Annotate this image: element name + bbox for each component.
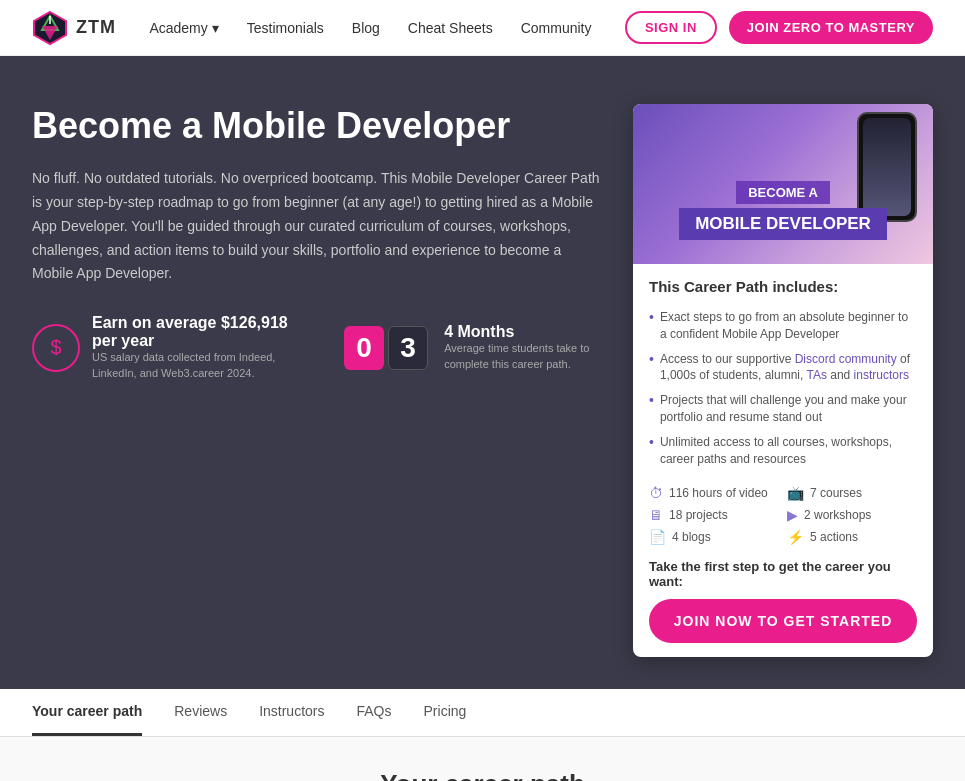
hero-left: Become a Mobile Developer No fluff. No o… [32,104,601,657]
nav-cheatsheets[interactable]: Cheat Sheets [408,20,493,36]
chevron-down-icon: ▾ [212,20,219,36]
signin-button[interactable]: SIGN IN [625,11,717,44]
tv-icon: 📺 [787,485,804,501]
monitor-icon: 🖥 [649,507,663,523]
hero-stats: $ Earn on average $126,918 per year US s… [32,314,601,381]
months-title: 4 Months [444,323,601,341]
card-body: This Career Path includes: Exact steps t… [633,264,933,657]
navbar: ZTM Academy ▾ Testimonials Blog Cheat Sh… [0,0,965,56]
play-icon: ▶ [787,507,798,523]
months-subtitle: Average time students take to complete t… [444,341,601,372]
nav-actions: SIGN IN JOIN ZERO TO MASTERY [625,11,933,44]
tabs-bar: Your career path Reviews Instructors FAQ… [0,689,965,737]
list-item: Projects that will challenge you and mak… [649,388,917,430]
logo[interactable]: ZTM [32,10,116,46]
meta-workshops: ▶ 2 workshops [787,507,917,523]
document-icon: 📄 [649,529,666,545]
course-card: BECOME A MOBILE DEVELOPER This Career Pa… [633,104,933,657]
ztm-logo-icon [32,10,68,46]
nav-testimonials[interactable]: Testimonials [247,20,324,36]
course-card-container: BECOME A MOBILE DEVELOPER This Career Pa… [633,104,933,657]
meta-courses: 📺 7 courses [787,485,917,501]
join-now-button[interactable]: JOIN NOW TO GET STARTED [649,599,917,643]
section-title: Your career path [32,769,933,781]
nav-community[interactable]: Community [521,20,592,36]
salary-title: Earn on average $126,918 per year [92,314,312,350]
card-image-label-small: BECOME A [736,181,830,204]
months-text: 4 Months Average time students take to c… [444,323,601,372]
months-stat: 0 3 4 Months Average time students take … [344,323,601,372]
lightning-icon: ⚡ [787,529,804,545]
list-item: Unlimited access to all courses, worksho… [649,430,917,472]
months-digit-3: 3 [388,326,428,370]
hero-section: Become a Mobile Developer No fluff. No o… [0,56,965,689]
card-image-overlay: BECOME A MOBILE DEVELOPER [633,181,933,240]
nav-blog[interactable]: Blog [352,20,380,36]
months-digits: 0 3 [344,326,428,370]
meta-blogs: 📄 4 blogs [649,529,779,545]
tab-instructors[interactable]: Instructors [259,689,324,736]
list-item: Exact steps to go from an absolute begin… [649,305,917,347]
card-meta-grid: ⏱ 116 hours of video 📺 7 courses 🖥 18 pr… [649,485,917,545]
months-digit-0: 0 [344,326,384,370]
meta-projects: 🖥 18 projects [649,507,779,523]
hero-title: Become a Mobile Developer [32,104,601,147]
list-item: Access to our supportive Discord communi… [649,347,917,389]
instructors-link[interactable]: instructors [854,368,909,382]
tab-career-path[interactable]: Your career path [32,689,142,736]
hero-description: No fluff. No outdated tutorials. No over… [32,167,601,286]
ta-link[interactable]: TAs [806,368,826,382]
card-image: BECOME A MOBILE DEVELOPER [633,104,933,264]
tab-faqs[interactable]: FAQs [357,689,392,736]
card-subtitle: This Career Path includes: [649,278,917,295]
join-button[interactable]: JOIN ZERO TO MASTERY [729,11,933,44]
meta-actions: ⚡ 5 actions [787,529,917,545]
card-includes-list: Exact steps to go from an absolute begin… [649,305,917,471]
salary-subtitle: US salary data collected from Indeed, Li… [92,350,312,381]
main-content: Your career path WHAT YOU'LL LEARN ✓ Bui… [0,737,965,781]
salary-stat: $ Earn on average $126,918 per year US s… [32,314,312,381]
nav-academy[interactable]: Academy ▾ [149,20,218,36]
discord-link[interactable]: Discord community [795,352,897,366]
brand-name: ZTM [76,17,116,38]
tab-reviews[interactable]: Reviews [174,689,227,736]
clock-icon: ⏱ [649,485,663,501]
meta-video-hours: ⏱ 116 hours of video [649,485,779,501]
salary-icon: $ [32,324,80,372]
salary-text: Earn on average $126,918 per year US sal… [92,314,312,381]
card-cta-text: Take the first step to get the career yo… [649,559,917,589]
nav-links: Academy ▾ Testimonials Blog Cheat Sheets… [149,20,591,36]
card-image-label-big: MOBILE DEVELOPER [679,208,887,240]
tab-pricing[interactable]: Pricing [424,689,467,736]
